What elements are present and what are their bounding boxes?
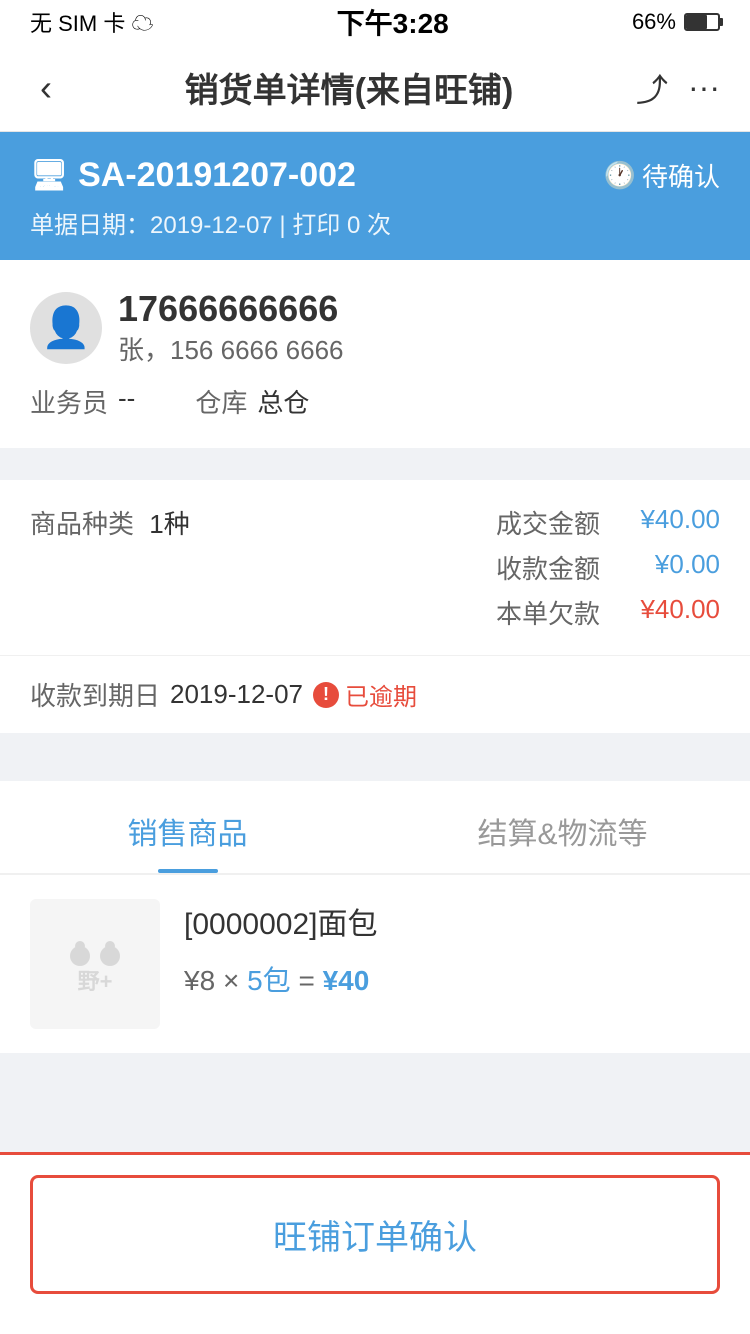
warehouse-value: 总仓 [257,383,309,420]
price-value: ¥8 [184,965,215,996]
product-section: 野+ [0000002]面包 ¥8 × 5包 = ¥40 [0,875,750,1053]
multiply-sign: × [223,965,247,996]
svg-text:野+: 野+ [78,969,113,994]
order-icon: 🖥 [30,158,68,193]
overdue-badge: ! 已逾期 [313,677,417,712]
customer-phone: 17666666666 [118,288,344,330]
due-date: 2019-12-07 [170,679,303,710]
owed-value: ¥40.00 [620,594,720,631]
tab-sales-products[interactable]: 销售商品 [0,781,375,873]
customer-meta: 业务员 -- 仓库 总仓 [30,379,720,420]
clock-icon: 🕐 [604,160,636,191]
received-value: ¥0.00 [620,549,720,586]
total-value: ¥40 [323,965,370,996]
summary-section: 商品种类 1种 成交金额 ¥40.00 收款金额 ¥0.00 本单欠款 ¥40.… [0,480,750,655]
summary-right: 成交金额 ¥40.00 收款金额 ¥0.00 本单欠款 ¥40.00 [496,504,720,631]
product-type-label: 商品种类 [30,509,134,539]
status-signal: 无 SIM 卡 ☁ [30,6,153,38]
overdue-icon: ! [313,682,339,708]
order-header: 🖥 SA-20191207-002 🕐 待确认 单据日期：2019-12-07 … [0,132,750,260]
product-name: [0000002]面包 [184,899,720,943]
battery-icon [684,13,720,31]
avatar: 👤 [30,292,102,364]
nav-actions: ⤴ ··· [636,65,720,111]
avatar-icon: 👤 [41,304,91,351]
transaction-value: ¥40.00 [620,504,720,541]
equals-sign: = [298,965,322,996]
warehouse-label: 仓库 [195,383,247,420]
order-date: 单据日期：2019-12-07 | 打印 0 次 [30,205,720,240]
received-label: 收款金额 [496,549,600,586]
status-battery-percent: 66% [632,9,676,35]
salesperson-value: -- [118,383,135,420]
confirm-button-wrap: 旺铺订单确认 [0,1152,750,1334]
product-info: [0000002]面包 ¥8 × 5包 = ¥40 [184,899,720,999]
product-price: ¥8 × 5包 = ¥40 [184,959,720,999]
status-time: 下午3:28 [337,2,449,42]
due-label: 收款到期日 [30,676,160,713]
due-section: 收款到期日 2019-12-07 ! 已逾期 [0,655,750,733]
order-status-text: 待确认 [642,157,720,194]
tabs-section: 销售商品 结算&物流等 [0,781,750,875]
product-type-value: 1种 [149,509,189,539]
overdue-text: 已逾期 [345,677,417,712]
order-id-text: SA-20191207-002 [78,156,356,195]
status-bar: 无 SIM 卡 ☁ 下午3:28 66% [0,0,750,44]
transaction-label: 成交金额 [496,504,600,541]
order-status: 🕐 待确认 [604,157,720,194]
confirm-button[interactable]: 旺铺订单确认 [30,1175,720,1294]
product-image: 野+ [30,899,160,1029]
salesperson-label: 业务员 [30,383,108,420]
more-icon[interactable]: ··· [688,69,720,106]
status-right: 66% [632,9,720,35]
nav-bar: ‹ 销货单详情(来自旺铺) ⤴ ··· [0,44,750,132]
customer-section: 👤 17666666666 张，156 6666 6666 业务员 -- 仓库 … [0,260,750,448]
customer-name: 张，156 6666 6666 [118,330,344,367]
back-button[interactable]: ‹ [30,57,62,119]
share-icon[interactable]: ⤴ [636,65,668,111]
tab-settlement[interactable]: 结算&物流等 [375,781,750,873]
owed-label: 本单欠款 [496,594,600,631]
quantity: 5包 [247,965,291,996]
page-title: 销货单详情(来自旺铺) [185,63,514,112]
